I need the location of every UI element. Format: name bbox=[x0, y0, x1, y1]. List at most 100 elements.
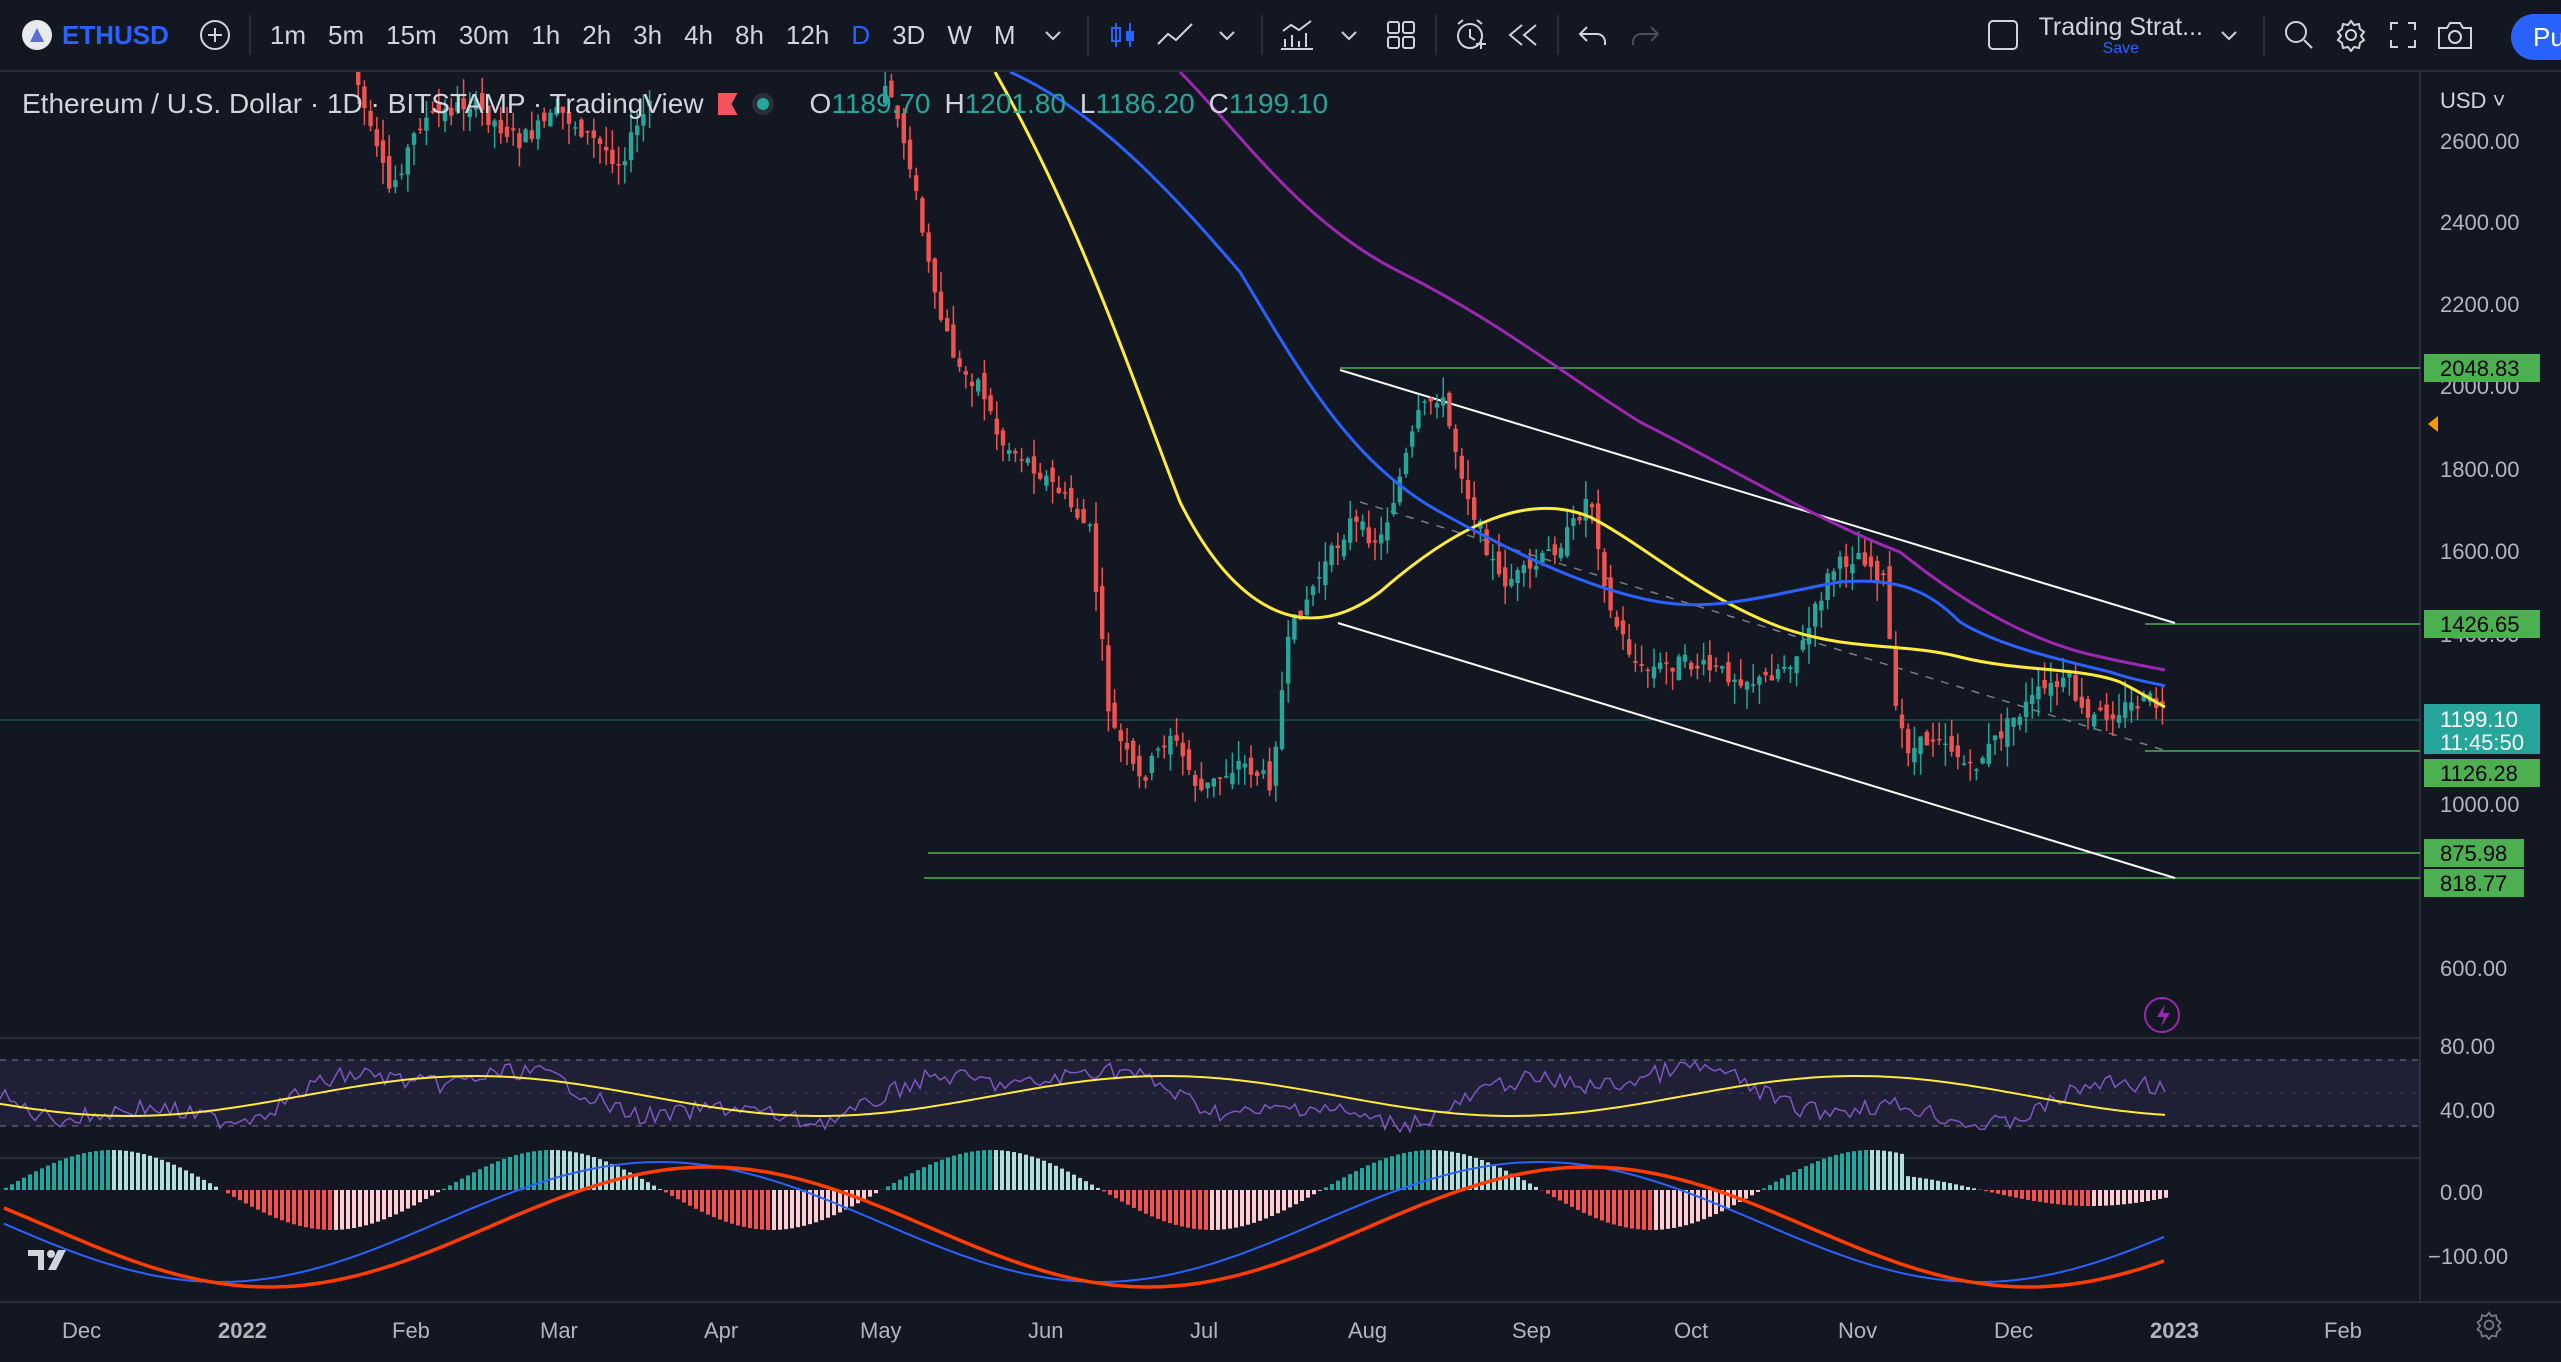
line-chart-icon[interactable] bbox=[1149, 9, 1201, 61]
candle-body[interactable] bbox=[591, 130, 596, 138]
layout-icon[interactable] bbox=[1375, 9, 1427, 61]
candle-body[interactable] bbox=[399, 173, 404, 176]
candle-body[interactable] bbox=[1974, 769, 1979, 771]
candle-body[interactable] bbox=[969, 381, 975, 387]
candle-body[interactable] bbox=[1515, 570, 1520, 584]
strategy-menu[interactable]: Trading Strat... Save bbox=[2039, 13, 2203, 58]
candle-body[interactable] bbox=[1999, 731, 2004, 739]
candle-body[interactable] bbox=[945, 318, 950, 332]
ma-slow-line[interactable] bbox=[1178, 72, 2166, 672]
candle-body[interactable] bbox=[1955, 745, 1960, 758]
candle-body[interactable] bbox=[951, 324, 956, 358]
market-status-icon[interactable] bbox=[751, 93, 774, 115]
candle-body[interactable] bbox=[1633, 661, 1638, 663]
interval-8h[interactable]: 8h bbox=[724, 0, 775, 71]
candle-body[interactable] bbox=[356, 72, 361, 85]
candle-body[interactable] bbox=[1751, 684, 1756, 686]
interval-5m[interactable]: 5m bbox=[317, 0, 375, 71]
candle-body[interactable] bbox=[1558, 547, 1564, 559]
candle-body[interactable] bbox=[1744, 681, 1750, 690]
candle-body[interactable] bbox=[2085, 699, 2091, 718]
candle-body[interactable] bbox=[1682, 654, 1688, 662]
candle-body[interactable] bbox=[1062, 492, 1068, 494]
candle-body[interactable] bbox=[1763, 671, 1768, 676]
candle-body[interactable] bbox=[2023, 701, 2029, 717]
candle-body[interactable] bbox=[1496, 551, 1502, 575]
add-symbol-icon[interactable] bbox=[189, 9, 241, 61]
candle-body[interactable] bbox=[988, 395, 993, 412]
candle-body[interactable] bbox=[926, 232, 931, 262]
candle-body[interactable] bbox=[1571, 518, 1576, 526]
candle-body[interactable] bbox=[1286, 636, 1291, 684]
candle-body[interactable] bbox=[1050, 467, 1055, 482]
candle-body[interactable] bbox=[1081, 509, 1086, 524]
candle-body[interactable] bbox=[1112, 702, 1117, 728]
candle-body[interactable] bbox=[1087, 524, 1092, 527]
candle-body[interactable] bbox=[1465, 479, 1471, 500]
candle-body[interactable] bbox=[616, 164, 621, 166]
candle-body[interactable] bbox=[1980, 758, 1985, 764]
candle-body[interactable] bbox=[1273, 746, 1278, 786]
candle-body[interactable] bbox=[1236, 761, 1241, 770]
candle-body[interactable] bbox=[1720, 666, 1725, 669]
candle-body[interactable] bbox=[374, 129, 379, 147]
candle-body[interactable] bbox=[1031, 456, 1037, 474]
candle-body[interactable] bbox=[1422, 401, 1427, 403]
flag-icon[interactable] bbox=[717, 93, 738, 115]
chevron-down-icon[interactable] bbox=[1201, 9, 1253, 61]
price-chart[interactable]: 2600.00 2400.00 2200.00 2000.00 1800.00 … bbox=[0, 72, 2561, 1362]
candle-body[interactable] bbox=[523, 129, 528, 143]
candle-body[interactable] bbox=[1757, 676, 1762, 685]
candle-body[interactable] bbox=[1831, 571, 1836, 581]
candle-body[interactable] bbox=[1503, 567, 1508, 587]
candle-body[interactable] bbox=[1292, 614, 1297, 640]
candle-body[interactable] bbox=[1627, 639, 1632, 655]
candle-body[interactable] bbox=[1007, 450, 1012, 454]
candle-body[interactable] bbox=[2017, 716, 2022, 726]
candle-body[interactable] bbox=[1961, 763, 1967, 765]
candle-body[interactable] bbox=[2129, 702, 2134, 711]
candle-body[interactable] bbox=[380, 140, 386, 163]
candle-body[interactable] bbox=[1968, 761, 1973, 764]
undo-icon[interactable] bbox=[1567, 9, 1619, 61]
publish-button[interactable]: Pu bbox=[2511, 14, 2561, 60]
candle-body[interactable] bbox=[529, 130, 534, 140]
candle-body[interactable] bbox=[920, 198, 925, 233]
gear-icon[interactable] bbox=[2474, 1310, 2504, 1348]
candle-body[interactable] bbox=[1819, 600, 1824, 611]
interval-3d[interactable]: 3D bbox=[881, 0, 936, 71]
candle-body[interactable] bbox=[1726, 662, 1731, 683]
candle-body[interactable] bbox=[579, 119, 584, 137]
candle-body[interactable] bbox=[1379, 534, 1384, 544]
candle-body[interactable] bbox=[1862, 552, 1867, 566]
candle-body[interactable] bbox=[1168, 735, 1173, 755]
interval-d[interactable]: D bbox=[840, 0, 881, 71]
candle-body[interactable] bbox=[1304, 599, 1309, 615]
candle-body[interactable] bbox=[1707, 655, 1712, 671]
candle-body[interactable] bbox=[1310, 586, 1316, 596]
candle-body[interactable] bbox=[1118, 730, 1123, 742]
candle-body[interactable] bbox=[1224, 775, 1229, 778]
fullscreen-icon[interactable] bbox=[2377, 9, 2429, 61]
candle-body[interactable] bbox=[2092, 714, 2097, 727]
candle-body[interactable] bbox=[1912, 747, 1917, 763]
candle-body[interactable] bbox=[1577, 517, 1582, 521]
candle-body[interactable] bbox=[1701, 659, 1706, 665]
interval-15m[interactable]: 15m bbox=[375, 0, 448, 71]
candle-body[interactable] bbox=[1000, 430, 1006, 446]
candle-body[interactable] bbox=[1348, 518, 1353, 543]
candle-body[interactable] bbox=[1199, 778, 1204, 791]
candle-body[interactable] bbox=[1664, 662, 1669, 664]
candle-body[interactable] bbox=[1949, 736, 1954, 752]
candle-body[interactable] bbox=[1230, 773, 1235, 785]
channel-lower-line[interactable] bbox=[1337, 622, 2176, 879]
candle-body[interactable] bbox=[604, 146, 609, 151]
candle-body[interactable] bbox=[405, 147, 410, 175]
candle-body[interactable] bbox=[1614, 616, 1619, 627]
candle-body[interactable] bbox=[1837, 556, 1843, 569]
candle-body[interactable] bbox=[1124, 742, 1130, 750]
candle-body[interactable] bbox=[517, 133, 522, 149]
candle-body[interactable] bbox=[1484, 529, 1489, 555]
candle-body[interactable] bbox=[1509, 578, 1514, 586]
candle-body[interactable] bbox=[1868, 556, 1874, 567]
